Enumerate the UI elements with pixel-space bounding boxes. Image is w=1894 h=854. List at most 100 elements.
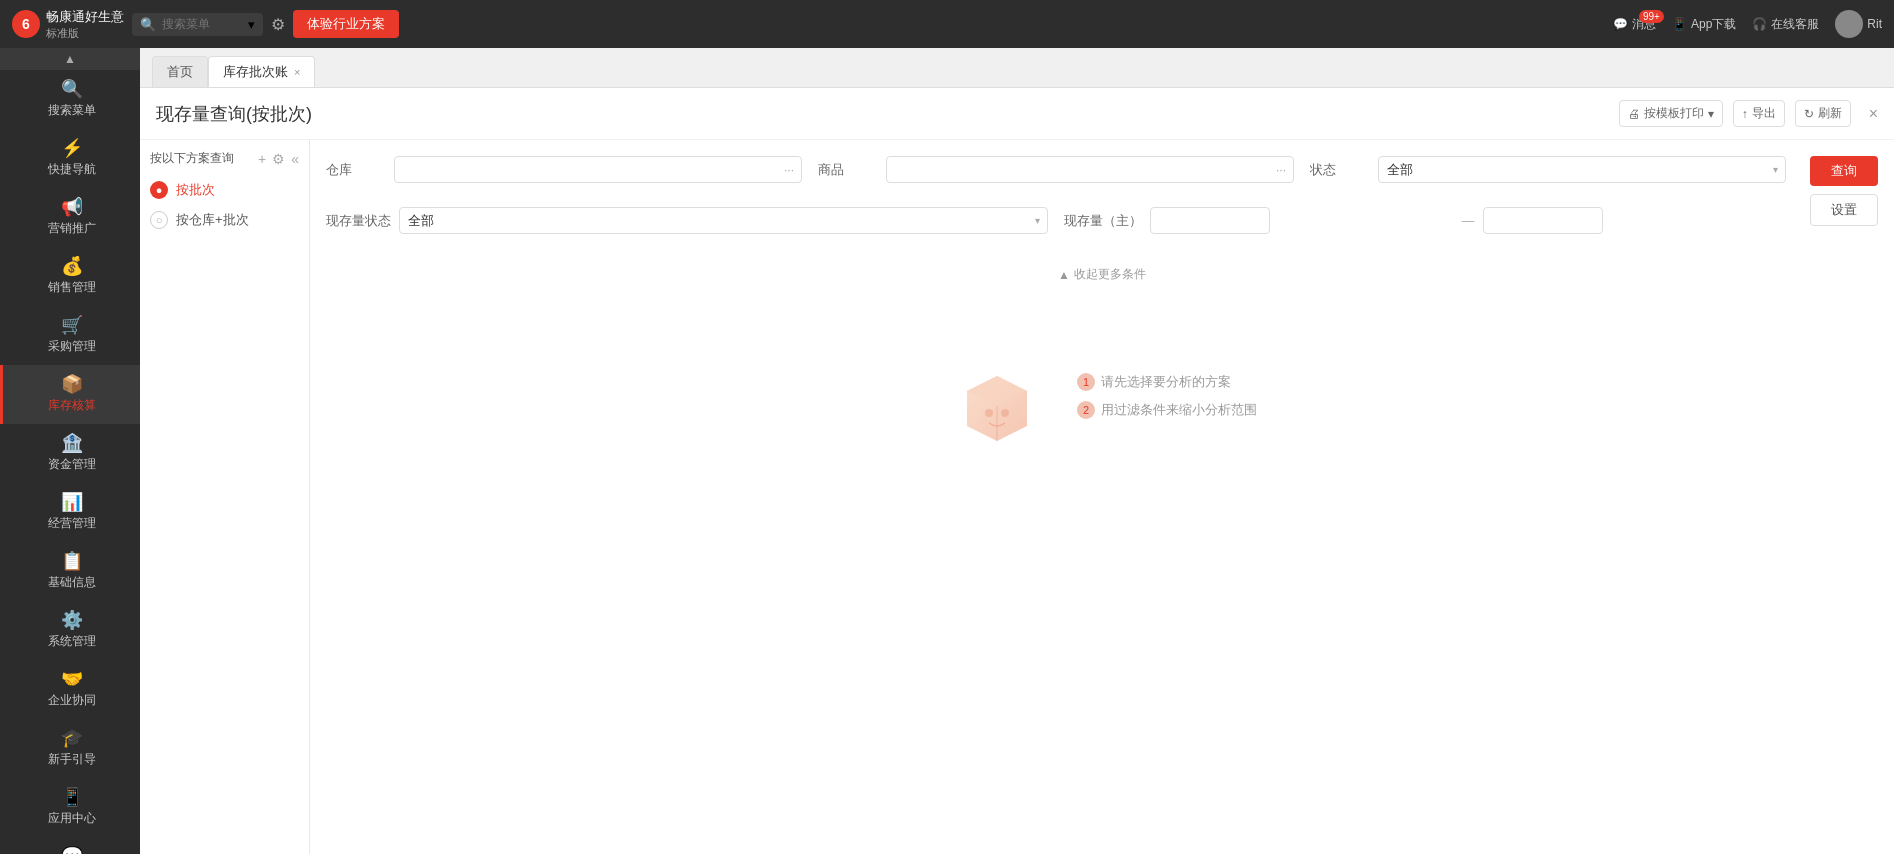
sidebar-item-system[interactable]: ⚙️ 系统管理 — [0, 601, 140, 660]
refresh-button[interactable]: ↻ 刷新 — [1795, 100, 1851, 127]
collapse-row[interactable]: ▲ 收起更多条件 — [326, 258, 1878, 291]
inventory-status-select-wrap: 全部 有库存 零库存 负库存 ▾ — [399, 207, 1048, 234]
search-menu-icon: 🔍 — [61, 80, 83, 98]
sidebar-item-purchase[interactable]: 🛒 采购管理 — [0, 306, 140, 365]
page-close-button[interactable]: × — [1869, 105, 1878, 123]
product-field: 商品 ··· — [818, 156, 1294, 183]
sidebar-item-label-inventory: 库存核算 — [48, 397, 96, 414]
refresh-label: 刷新 — [1818, 105, 1842, 122]
top-header: 6 畅康通好生意 标准版 🔍 ▾ ⚙ 体验行业方案 💬 消息 99+ 📱 App… — [0, 0, 1894, 48]
top-search-bar[interactable]: 🔍 ▾ — [132, 13, 263, 36]
sidebar-item-label-search: 搜索菜单 — [48, 102, 96, 119]
online-service-label: 在线客服 — [1771, 16, 1819, 33]
notification-item[interactable]: 💬 消息 99+ — [1613, 16, 1656, 33]
page-title: 现存量查询(按批次) — [156, 102, 312, 126]
warehouse-field: 仓库 ··· — [326, 156, 802, 183]
filter-row-1: 仓库 ··· 商品 — [326, 156, 1786, 183]
app-download-item[interactable]: 📱 App下载 — [1672, 16, 1736, 33]
sidebar-item-inventory[interactable]: 📦 库存核算 — [0, 365, 140, 424]
query-panel: 仓库 ··· 商品 — [310, 140, 1894, 854]
online-service-item[interactable]: 🎧 在线客服 — [1752, 16, 1819, 33]
headset-icon: 🎧 — [1752, 17, 1767, 31]
empty-state: 1 请先选择要分析的方案 2 用过滤条件来缩小分析范围 — [326, 291, 1878, 511]
status-select-wrap: 全部 正常 停用 ▾ — [1378, 156, 1786, 183]
inventory-status-field: 现存量状态 全部 有库存 零库存 负库存 ▾ — [326, 207, 1048, 234]
settings-icon[interactable]: ⚙ — [271, 15, 285, 34]
sidebar-item-enterprise-wechat[interactable]: 💬 企业微信 — [0, 837, 140, 854]
sidebar-item-marketing[interactable]: 📢 营销推广 — [0, 188, 140, 247]
sidebar-item-quick-nav[interactable]: ⚡ 快捷导航 — [0, 129, 140, 188]
page-content: 现存量查询(按批次) 🖨 按模板打印 ▾ ↑ 导出 ↻ 刷新 — [140, 88, 1894, 854]
sidebar-item-basic-info[interactable]: 📋 基础信息 — [0, 542, 140, 601]
sidebar-item-operations[interactable]: 📊 经营管理 — [0, 483, 140, 542]
trial-button[interactable]: 体验行业方案 — [293, 10, 399, 38]
sidebar-item-label-system: 系统管理 — [48, 633, 96, 650]
scheme-item-label-warehouse-batch: 按仓库+批次 — [176, 211, 249, 229]
scheme-item-by-batch[interactable]: ● 按批次 — [140, 175, 309, 205]
logo-info: 畅康通好生意 标准版 — [46, 8, 124, 41]
scheme-item-by-warehouse-batch[interactable]: ○ 按仓库+批次 — [140, 205, 309, 235]
sidebar-item-sales[interactable]: 💰 销售管理 — [0, 247, 140, 306]
avatar — [1835, 10, 1863, 38]
phone-icon: 📱 — [1672, 17, 1687, 31]
sidebar-item-label-app: 应用中心 — [48, 810, 96, 827]
sidebar-item-label-guide: 新手引导 — [48, 751, 96, 768]
operations-icon: 📊 — [61, 493, 83, 511]
sidebar-item-new-guide[interactable]: 🎓 新手引导 — [0, 719, 140, 778]
tab-batch-account[interactable]: 库存批次账 × — [208, 56, 315, 87]
empty-hint-2-text: 用过滤条件来缩小分析范围 — [1101, 401, 1257, 419]
page-header: 现存量查询(按批次) 🖨 按模板打印 ▾ ↑ 导出 ↻ 刷新 — [140, 88, 1894, 140]
scheme-collapse-icon[interactable]: « — [291, 151, 299, 167]
export-button[interactable]: ↑ 导出 — [1733, 100, 1785, 127]
status-field: 状态 全部 正常 停用 ▾ — [1310, 156, 1786, 183]
product-more-icon[interactable]: ··· — [1276, 163, 1286, 177]
inventory-qty-from-input[interactable] — [1150, 207, 1270, 234]
main-layout: ▲ 🔍 搜索菜单 ⚡ 快捷导航 📢 营销推广 💰 销售管理 🛒 采购管理 📦 库… — [0, 48, 1894, 854]
sidebar-item-label-basic: 基础信息 — [48, 574, 96, 591]
enterprise-coop-icon: 🤝 — [61, 670, 83, 688]
scheme-add-icon[interactable]: + — [258, 151, 266, 167]
tab-bar: 首页 库存批次账 × — [140, 48, 1894, 88]
sidebar-item-finance[interactable]: 🏦 资金管理 — [0, 424, 140, 483]
refresh-icon: ↻ — [1804, 107, 1814, 121]
top-search-input[interactable] — [162, 17, 242, 31]
empty-num-1: 1 — [1077, 373, 1095, 391]
warehouse-input[interactable] — [394, 156, 802, 183]
product-input-wrap: ··· — [886, 156, 1294, 183]
empty-hint-2: 2 用过滤条件来缩小分析范围 — [1077, 401, 1257, 419]
page-actions: 🖨 按模板打印 ▾ ↑ 导出 ↻ 刷新 × — [1619, 100, 1878, 127]
settings-button[interactable]: 设置 — [1810, 194, 1878, 226]
warehouse-more-icon[interactable]: ··· — [784, 163, 794, 177]
inventory-qty-field: 现存量（主） — — [1064, 207, 1786, 234]
scheme-settings-icon[interactable]: ⚙ — [272, 151, 285, 167]
svg-point-4 — [1001, 409, 1009, 417]
print-button[interactable]: 🖨 按模板打印 ▾ — [1619, 100, 1723, 127]
sidebar-scroll-up[interactable]: ▲ — [0, 48, 140, 70]
sidebar-item-app-center[interactable]: 📱 应用中心 — [0, 778, 140, 837]
query-button[interactable]: 查询 — [1810, 156, 1878, 186]
dropdown-icon: ▾ — [248, 17, 255, 32]
scheme-header-label: 按以下方案查询 — [150, 150, 234, 167]
logo-icon: 6 — [12, 10, 40, 38]
tab-home[interactable]: 首页 — [152, 56, 208, 87]
print-icon: 🖨 — [1628, 107, 1640, 121]
inventory-qty-to-input[interactable] — [1483, 207, 1603, 234]
header-right: 💬 消息 99+ 📱 App下载 🎧 在线客服 Rit — [1613, 10, 1882, 38]
sidebar-item-enterprise-coop[interactable]: 🤝 企业协同 — [0, 660, 140, 719]
inventory-status-select[interactable]: 全部 有库存 零库存 负库存 — [399, 207, 1048, 234]
sidebar-item-search[interactable]: 🔍 搜索菜单 — [0, 70, 140, 129]
inventory-qty-dash: — — [1462, 213, 1475, 228]
sales-icon: 💰 — [61, 257, 83, 275]
product-label: 商品 — [818, 161, 878, 179]
status-select[interactable]: 全部 正常 停用 — [1378, 156, 1786, 183]
empty-hint-1: 1 请先选择要分析的方案 — [1077, 373, 1257, 391]
print-dropdown-icon: ▾ — [1708, 107, 1714, 121]
sidebar-item-label-sales: 销售管理 — [48, 279, 96, 296]
user-item[interactable]: Rit — [1835, 10, 1882, 38]
product-input[interactable] — [886, 156, 1294, 183]
marketing-icon: 📢 — [61, 198, 83, 216]
tab-close-icon[interactable]: × — [294, 67, 300, 78]
tab-home-label: 首页 — [167, 63, 193, 81]
scheme-header: 按以下方案查询 + ⚙ « — [140, 150, 309, 175]
print-label: 按模板打印 — [1644, 105, 1704, 122]
